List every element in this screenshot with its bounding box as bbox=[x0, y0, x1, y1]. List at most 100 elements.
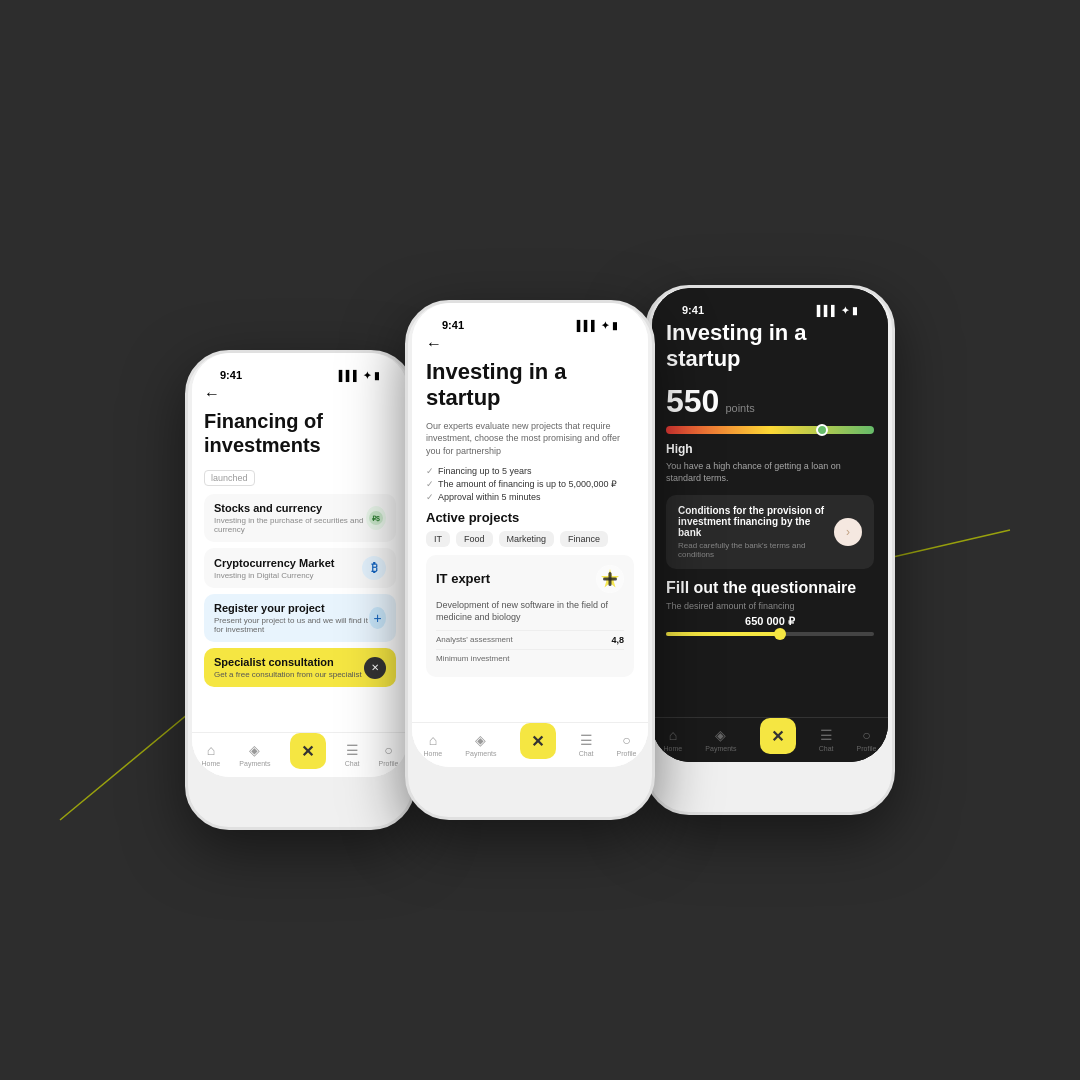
amount-slider-fill bbox=[666, 632, 780, 636]
crypto-card[interactable]: Cryptocurrency Market Investing in Digit… bbox=[204, 548, 396, 588]
right-bottom-nav: ⌂ Home ◈ Payments ✕ ☰ Chat ○ Profile bbox=[652, 717, 888, 762]
stocks-card[interactable]: Stocks and currency Investing in the pur… bbox=[204, 494, 396, 542]
center-nav-profile[interactable]: ○ Profile bbox=[617, 732, 637, 757]
right-nav-payments[interactable]: ◈ Payments bbox=[705, 727, 736, 752]
conditions-card[interactable]: Conditions for the provision of investme… bbox=[666, 495, 874, 569]
specialist-card[interactable]: Specialist consultation Get a free consu… bbox=[204, 648, 396, 687]
right-wifi-icon: ✦ bbox=[841, 305, 849, 316]
center-status-icons: ▌▌▌ ✦ ▮ bbox=[577, 320, 618, 331]
right-nav-home-label: Home bbox=[664, 745, 683, 752]
center-nav-payments[interactable]: ◈ Payments bbox=[465, 732, 496, 757]
arrow-button[interactable]: › bbox=[834, 518, 862, 546]
svg-rect-8 bbox=[603, 577, 617, 580]
specialist-title: Specialist consultation bbox=[214, 656, 362, 668]
nav-payments[interactable]: ◈ Payments bbox=[239, 742, 270, 767]
center-back-arrow[interactable]: ← bbox=[426, 335, 634, 353]
right-nav-chat-label: Chat bbox=[819, 745, 834, 752]
tag-marketing[interactable]: Marketing bbox=[499, 531, 555, 547]
stocks-title: Stocks and currency bbox=[214, 502, 366, 514]
left-back-arrow[interactable]: ← bbox=[204, 385, 396, 403]
close-button[interactable]: ✕ bbox=[364, 657, 386, 679]
stat-label-1: Analysts' assessment bbox=[436, 635, 513, 644]
project-header: IT expert bbox=[436, 565, 624, 593]
bullet-2: ✓ The amount of financing is up to 5,000… bbox=[426, 479, 634, 489]
launched-tag: launched bbox=[204, 470, 255, 486]
bullet-dot-3: ✓ bbox=[426, 492, 434, 502]
phone-center-screen: 9:41 ▌▌▌ ✦ ▮ ← Investing in astartup Our… bbox=[412, 303, 648, 767]
center-description: Our experts evaluate new projects that r… bbox=[426, 420, 634, 458]
nav-center-button[interactable]: ✕ bbox=[290, 733, 326, 769]
crypto-icon: ₿ bbox=[362, 556, 386, 580]
nav-home-label: Home bbox=[202, 760, 221, 767]
center-bottom-nav: ⌂ Home ◈ Payments ✕ ☰ Chat ○ Profile bbox=[412, 722, 648, 767]
right-nav-profile[interactable]: ○ Profile bbox=[857, 727, 877, 752]
center-nav-chat[interactable]: ☰ Chat bbox=[579, 732, 594, 757]
project-name: IT expert bbox=[436, 571, 490, 586]
phones-container: 9:41 ▌▌▌ ✦ ▮ ← Financing ofinvestments l… bbox=[185, 250, 895, 830]
center-nav-payments-label: Payments bbox=[465, 750, 496, 757]
right-payments-icon: ◈ bbox=[715, 727, 726, 743]
chat-icon: ☰ bbox=[346, 742, 359, 758]
phone-center: 9:41 ▌▌▌ ✦ ▮ ← Investing in astartup Our… bbox=[405, 300, 655, 820]
right-screen-content: 9:41 ▌▌▌ ✦ ▮ Investing in astartup 550 p… bbox=[652, 288, 888, 762]
left-bottom-nav: ⌂ Home ◈ Payments ✕ ☰ Chat ○ Profile bbox=[192, 732, 408, 777]
bullet-text-1: Financing up to 5 years bbox=[438, 466, 532, 476]
nav-home[interactable]: ⌂ Home bbox=[202, 742, 221, 767]
right-chat-icon: ☰ bbox=[820, 727, 833, 743]
center-nav-center-button[interactable]: ✕ bbox=[520, 723, 556, 759]
register-card[interactable]: Register your project Present your proje… bbox=[204, 594, 396, 642]
nav-chat[interactable]: ☰ Chat bbox=[345, 742, 360, 767]
project-card[interactable]: IT expert Development of new software in… bbox=[426, 555, 634, 677]
right-time: 9:41 bbox=[682, 304, 704, 316]
progress-dot bbox=[816, 424, 828, 436]
specialist-subtitle: Get a free consultation from our special… bbox=[214, 670, 362, 679]
high-description: You have a high chance of getting a loan… bbox=[666, 460, 874, 485]
conditions-title: Conditions for the provision of investme… bbox=[678, 505, 834, 538]
amount-value: 650 000 ₽ bbox=[666, 615, 874, 628]
nav-profile[interactable]: ○ Profile bbox=[379, 742, 399, 767]
nav-profile-label: Profile bbox=[379, 760, 399, 767]
bullet-text-2: The amount of financing is up to 5,000,0… bbox=[438, 479, 617, 489]
tag-row: IT Food Marketing Finance bbox=[426, 531, 634, 547]
questionnaire-subtitle: The desired amount of financing bbox=[666, 601, 874, 611]
center-chat-icon: ☰ bbox=[580, 732, 593, 748]
slider-dot bbox=[774, 628, 786, 640]
right-profile-icon: ○ bbox=[862, 727, 870, 743]
center-payments-icon: ◈ bbox=[475, 732, 486, 748]
project-description: Development of new software in the field… bbox=[436, 599, 624, 624]
center-screen-title: Investing in astartup bbox=[426, 359, 634, 412]
battery-icon: ▮ bbox=[374, 370, 380, 381]
right-battery-icon: ▮ bbox=[852, 305, 858, 316]
stocks-info: Stocks and currency Investing in the pur… bbox=[214, 502, 366, 534]
nav-payments-label: Payments bbox=[239, 760, 270, 767]
tag-food[interactable]: Food bbox=[456, 531, 493, 547]
signal-icon: ▌▌▌ bbox=[339, 370, 360, 381]
progress-bar bbox=[666, 426, 874, 434]
tag-it[interactable]: IT bbox=[426, 531, 450, 547]
crypto-title: Cryptocurrency Market bbox=[214, 557, 334, 569]
crypto-subtitle: Investing in Digital Currency bbox=[214, 571, 334, 580]
right-nav-center-button[interactable]: ✕ bbox=[760, 718, 796, 754]
register-title: Register your project bbox=[214, 602, 369, 614]
right-nav-payments-label: Payments bbox=[705, 745, 736, 752]
center-status-bar: 9:41 ▌▌▌ ✦ ▮ bbox=[426, 311, 634, 335]
project-stat-2: Minimum investment bbox=[436, 649, 624, 667]
tag-finance[interactable]: Finance bbox=[560, 531, 608, 547]
center-profile-icon: ○ bbox=[622, 732, 630, 748]
phone-left-screen: 9:41 ▌▌▌ ✦ ▮ ← Financing ofinvestments l… bbox=[192, 353, 408, 777]
center-battery-icon: ▮ bbox=[612, 320, 618, 331]
amount-slider[interactable] bbox=[666, 632, 874, 636]
plus-button[interactable]: + bbox=[369, 607, 386, 629]
project-stat-1: Analysts' assessment 4,8 bbox=[436, 630, 624, 649]
center-screen-content: 9:41 ▌▌▌ ✦ ▮ ← Investing in astartup Our… bbox=[412, 303, 648, 767]
left-time: 9:41 bbox=[220, 369, 242, 381]
right-home-icon: ⌂ bbox=[669, 727, 677, 743]
questionnaire-title: Fill out the questionnaire bbox=[666, 579, 874, 597]
right-signal-icon: ▌▌▌ bbox=[817, 305, 838, 316]
right-nav-chat[interactable]: ☰ Chat bbox=[819, 727, 834, 752]
phone-right-screen: 9:41 ▌▌▌ ✦ ▮ Investing in astartup 550 p… bbox=[652, 288, 888, 762]
center-nav-home[interactable]: ⌂ Home bbox=[424, 732, 443, 757]
right-nav-home[interactable]: ⌂ Home bbox=[664, 727, 683, 752]
home-icon: ⌂ bbox=[207, 742, 215, 758]
bullet-dot-1: ✓ bbox=[426, 466, 434, 476]
